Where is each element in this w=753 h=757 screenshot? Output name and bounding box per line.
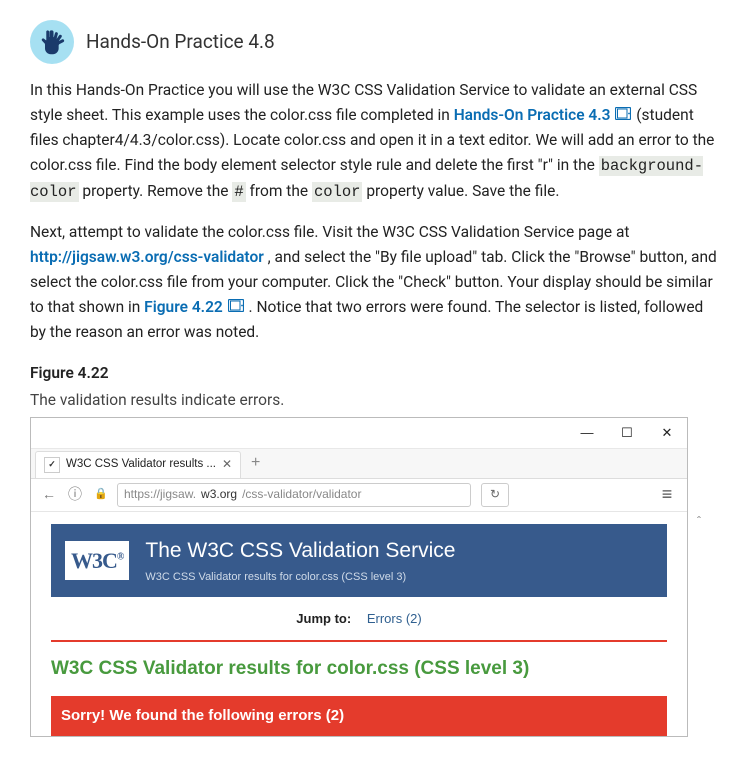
tab-bar: ✓ W3C CSS Validator results ... ✕ +	[31, 449, 687, 479]
code-color: color	[312, 182, 363, 202]
browser-tab[interactable]: ✓ W3C CSS Validator results ... ✕	[35, 451, 241, 478]
banner-title: The W3C CSS Validation Service	[145, 534, 455, 568]
results-heading: W3C CSS Validator results for color.css …	[51, 642, 667, 696]
text: from the	[250, 182, 312, 200]
banner-subtitle: W3C CSS Validator results for color.css …	[145, 569, 455, 587]
w3c-logo: W3C®	[65, 541, 129, 580]
jump-to-bar: Jump to: Errors (2)	[51, 597, 667, 642]
w3c-banner: W3C® The W3C CSS Validation Service W3C …	[51, 524, 667, 597]
window-titlebar: — ☐ ✕	[31, 418, 687, 449]
tab-label: W3C CSS Validator results ...	[66, 455, 216, 473]
figure-4-22-link[interactable]: Figure 4.22	[144, 298, 223, 316]
error-banner: Sorry! We found the following errors (2)	[51, 696, 667, 736]
text: property value. Save the file.	[366, 182, 559, 200]
practice-4-3-link[interactable]: Hands-On Practice 4.3	[454, 106, 611, 124]
section-header: Hands-On Practice 4.8	[30, 20, 723, 64]
browser-window: — ☐ ✕ ✓ W3C CSS Validator results ... ✕ …	[30, 417, 688, 737]
favicon-icon: ✓	[44, 457, 60, 473]
url-domain: w3.org	[201, 485, 237, 504]
info-icon[interactable]: ⓘ	[65, 485, 85, 505]
paragraph-2: Next, attempt to validate the color.css …	[30, 220, 723, 344]
hand-icon	[30, 20, 74, 64]
close-button[interactable]: ✕	[647, 418, 687, 448]
tablet-icon[interactable]	[228, 295, 244, 320]
figure-label: Figure 4.22	[30, 361, 723, 386]
validator-url-link[interactable]: http://jigsaw.w3.org/css-validator	[30, 248, 264, 266]
url-prefix: https://jigsaw.	[124, 485, 196, 504]
url-path: /css-validator/validator	[242, 485, 361, 504]
text: property. Remove the	[82, 182, 232, 200]
section-title: Hands-On Practice 4.8	[86, 27, 275, 57]
text: Next, attempt to validate the color.css …	[30, 223, 629, 241]
nav-bar: ← ⓘ 🔒 https://jigsaw. w3.org/css-validato…	[31, 479, 687, 512]
tab-close-icon[interactable]: ✕	[222, 455, 232, 474]
maximize-button[interactable]: ☐	[607, 418, 647, 448]
new-tab-button[interactable]: +	[243, 450, 268, 478]
back-button[interactable]: ←	[39, 485, 59, 505]
figure-caption: The validation results indicate errors.	[30, 388, 723, 413]
jump-errors-link[interactable]: Errors (2)	[367, 611, 422, 626]
menu-icon[interactable]: ≡	[655, 480, 679, 509]
minimize-button[interactable]: —	[567, 418, 607, 448]
jump-label: Jump to:	[296, 611, 351, 626]
lock-icon: 🔒	[91, 485, 111, 505]
reload-button[interactable]: ↻	[481, 483, 509, 507]
scroll-up-icon[interactable]: ˆ	[697, 512, 701, 531]
url-bar[interactable]: https://jigsaw. w3.org/css-validator/vali…	[117, 483, 471, 507]
tablet-icon[interactable]	[615, 103, 631, 128]
paragraph-1: In this Hands-On Practice you will use t…	[30, 78, 723, 204]
page-content: ˆ W3C® The W3C CSS Validation Service W3…	[31, 512, 687, 736]
code-hash: #	[232, 182, 245, 202]
